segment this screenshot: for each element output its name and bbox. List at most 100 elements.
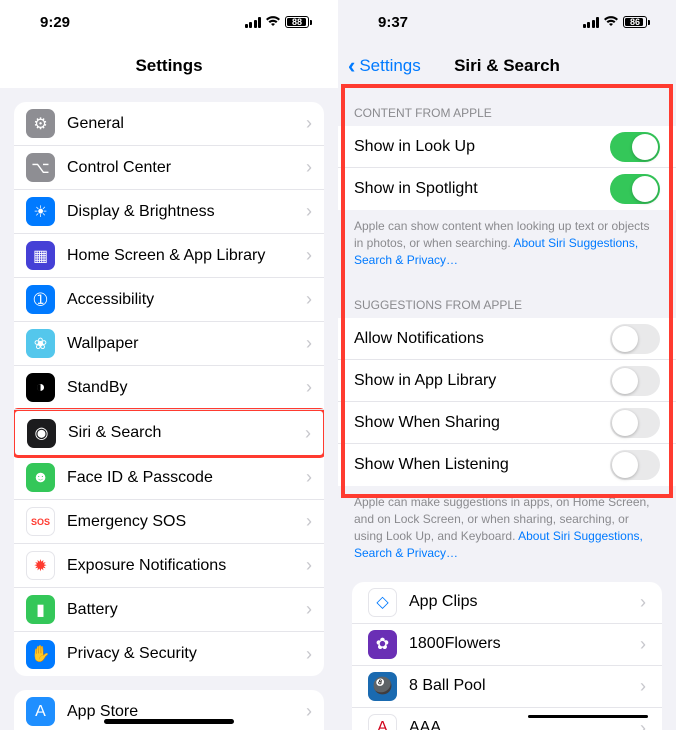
- row-icon: ➀: [26, 285, 55, 314]
- settings-row[interactable]: ⚙General›: [14, 102, 324, 146]
- toggle-row: Show in App Library: [338, 360, 676, 402]
- row-icon: ▦: [26, 241, 55, 270]
- nav-bar: ‹ Settings Siri & Search: [338, 44, 676, 88]
- home-indicator[interactable]: [104, 719, 234, 724]
- chevron-right-icon: ›: [306, 113, 312, 134]
- app-row[interactable]: 🎱 8 Ball Pool›: [352, 666, 662, 708]
- toggle-label: Show When Listening: [354, 456, 610, 474]
- chevron-right-icon: ›: [306, 644, 312, 665]
- chevron-right-icon: ›: [306, 377, 312, 398]
- row-icon: ◉: [27, 419, 56, 448]
- cellular-icon: [583, 17, 600, 28]
- row-icon: ◑: [26, 373, 55, 402]
- toggle-switch[interactable]: [610, 408, 660, 438]
- app-icon: A: [368, 714, 397, 730]
- settings-row[interactable]: ⌥ Control Center›: [14, 146, 324, 190]
- chevron-right-icon: ›: [306, 333, 312, 354]
- row-icon: SOS: [26, 507, 55, 536]
- toggle-switch[interactable]: [610, 174, 660, 204]
- chevron-right-icon: ›: [306, 157, 312, 178]
- app-label: App Clips: [409, 593, 640, 611]
- app-label: AAA: [409, 719, 640, 730]
- siri-search-content[interactable]: CONTENT FROM APPLEShow in Look UpShow in…: [338, 88, 676, 730]
- row-icon: ⌥: [26, 153, 55, 182]
- status-time: 9:37: [378, 14, 408, 31]
- app-icon: ✿: [368, 630, 397, 659]
- settings-row[interactable]: AApp Store›: [14, 690, 324, 730]
- chevron-right-icon: ›: [305, 423, 311, 444]
- row-icon: A: [26, 697, 55, 726]
- row-label: Privacy & Security: [67, 645, 306, 663]
- settings-row[interactable]: SOS Emergency SOS›: [14, 500, 324, 544]
- settings-row[interactable]: ☀Display & Brightness›: [14, 190, 324, 234]
- section-header: CONTENT FROM APPLE: [338, 88, 676, 126]
- settings-row[interactable]: ◉ Siri & Search›: [15, 411, 323, 455]
- row-label: Control Center: [67, 159, 306, 177]
- section-footer: Apple can show content when looking up t…: [338, 210, 676, 280]
- page-title: Settings: [135, 56, 202, 76]
- row-label: General: [67, 115, 306, 133]
- row-icon: ✋: [26, 640, 55, 669]
- row-label: Emergency SOS: [67, 513, 306, 531]
- chevron-right-icon: ›: [640, 676, 646, 697]
- toggle-row: Allow Notifications: [338, 318, 676, 360]
- app-label: 1800Flowers: [409, 635, 640, 653]
- settings-row[interactable]: ✹Exposure Notifications›: [14, 544, 324, 588]
- chevron-right-icon: ›: [640, 718, 646, 730]
- app-row[interactable]: ✿1800Flowers›: [352, 624, 662, 666]
- toggle-row: Show in Spotlight: [338, 168, 676, 210]
- cellular-icon: [245, 17, 262, 28]
- chevron-right-icon: ›: [306, 201, 312, 222]
- settings-row[interactable]: ▦ Home Screen & App Library›: [14, 234, 324, 278]
- app-label: 8 Ball Pool: [409, 677, 640, 695]
- settings-screen: 9:29 88 Settings ⚙General› ⌥ Control Cente…: [0, 0, 338, 730]
- toggle-row: Show in Look Up: [338, 126, 676, 168]
- chevron-right-icon: ›: [306, 555, 312, 576]
- siri-search-screen: 9:37 86 ‹ Settings Siri & Search CONTENT…: [338, 0, 676, 730]
- settings-row[interactable]: ❀Wallpaper›: [14, 322, 324, 366]
- toggle-switch[interactable]: [610, 132, 660, 162]
- page-title: Siri & Search: [454, 56, 560, 76]
- chevron-right-icon: ›: [306, 511, 312, 532]
- chevron-right-icon: ›: [306, 599, 312, 620]
- settings-row[interactable]: ➀Accessibility›: [14, 278, 324, 322]
- toggle-row: Show When Listening: [338, 444, 676, 486]
- row-label: Siri & Search: [68, 424, 305, 442]
- toggle-label: Allow Notifications: [354, 330, 610, 348]
- back-button[interactable]: ‹ Settings: [348, 44, 421, 88]
- toggle-switch[interactable]: [610, 324, 660, 354]
- back-label: Settings: [359, 56, 420, 76]
- row-label: Battery: [67, 601, 306, 619]
- row-label: Home Screen & App Library: [67, 247, 306, 265]
- chevron-right-icon: ›: [306, 467, 312, 488]
- toggle-row: Show When Sharing: [338, 402, 676, 444]
- toggle-label: Show in App Library: [354, 372, 610, 390]
- app-row[interactable]: ◇ App Clips›: [352, 582, 662, 624]
- row-label: Face ID & Passcode: [67, 469, 306, 487]
- chevron-right-icon: ›: [306, 245, 312, 266]
- row-label: Accessibility: [67, 291, 306, 309]
- highlighted-row: ◉ Siri & Search›: [14, 408, 324, 458]
- nav-bar: Settings: [0, 44, 338, 88]
- settings-row[interactable]: ☻Face ID & Passcode›: [14, 456, 324, 500]
- row-icon: ▮: [26, 595, 55, 624]
- toggle-switch[interactable]: [610, 450, 660, 480]
- chevron-left-icon: ‹: [348, 55, 355, 77]
- status-bar: 9:29 88: [0, 0, 338, 44]
- app-icon: 🎱: [368, 672, 397, 701]
- settings-row[interactable]: ✋ Privacy & Security›: [14, 632, 324, 676]
- settings-row[interactable]: ◑StandBy›: [14, 366, 324, 410]
- row-icon: ☀: [26, 197, 55, 226]
- app-icon: ◇: [368, 588, 397, 617]
- toggle-label: Show When Sharing: [354, 414, 610, 432]
- settings-list[interactable]: ⚙General›⌥Control Center›☀Display & Brig…: [0, 88, 338, 730]
- toggle-switch[interactable]: [610, 366, 660, 396]
- row-label: App Store: [67, 703, 306, 721]
- chevron-right-icon: ›: [640, 592, 646, 613]
- section-footer: Apple can make suggestions in apps, on H…: [338, 486, 676, 573]
- row-icon: ❀: [26, 329, 55, 358]
- battery-icon: 86: [623, 16, 650, 28]
- app-row[interactable]: AAAA›: [352, 708, 662, 730]
- settings-row[interactable]: ▮ Battery›: [14, 588, 324, 632]
- wifi-icon: [603, 15, 619, 29]
